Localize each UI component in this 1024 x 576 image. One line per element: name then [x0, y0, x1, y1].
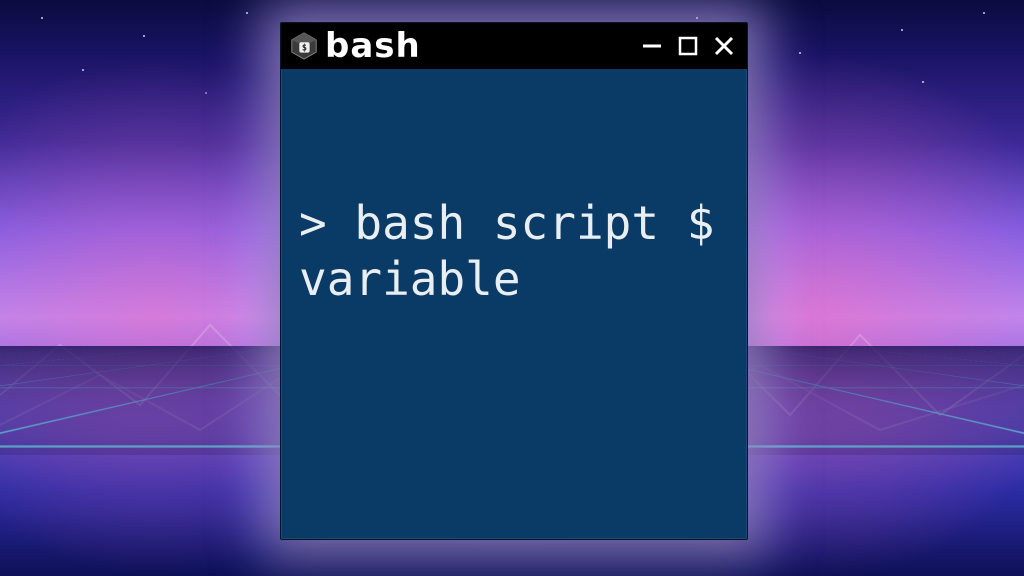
app-hexagon-icon: $ [289, 31, 319, 61]
minimize-button[interactable] [639, 33, 665, 59]
maximize-button[interactable] [675, 33, 701, 59]
window-controls [639, 33, 737, 59]
command-text: bash script $ variable [299, 196, 742, 306]
prompt-line: > bash script $ variable [299, 195, 729, 307]
close-button[interactable] [711, 33, 737, 59]
window-title: bash [325, 29, 421, 63]
svg-text:$: $ [302, 43, 307, 53]
prompt-symbol: > [299, 196, 354, 250]
terminal-body[interactable]: > bash script $ variable [281, 69, 747, 539]
terminal-window: $ bash > bash script $ variable [280, 22, 748, 540]
titlebar[interactable]: $ bash [281, 23, 747, 69]
